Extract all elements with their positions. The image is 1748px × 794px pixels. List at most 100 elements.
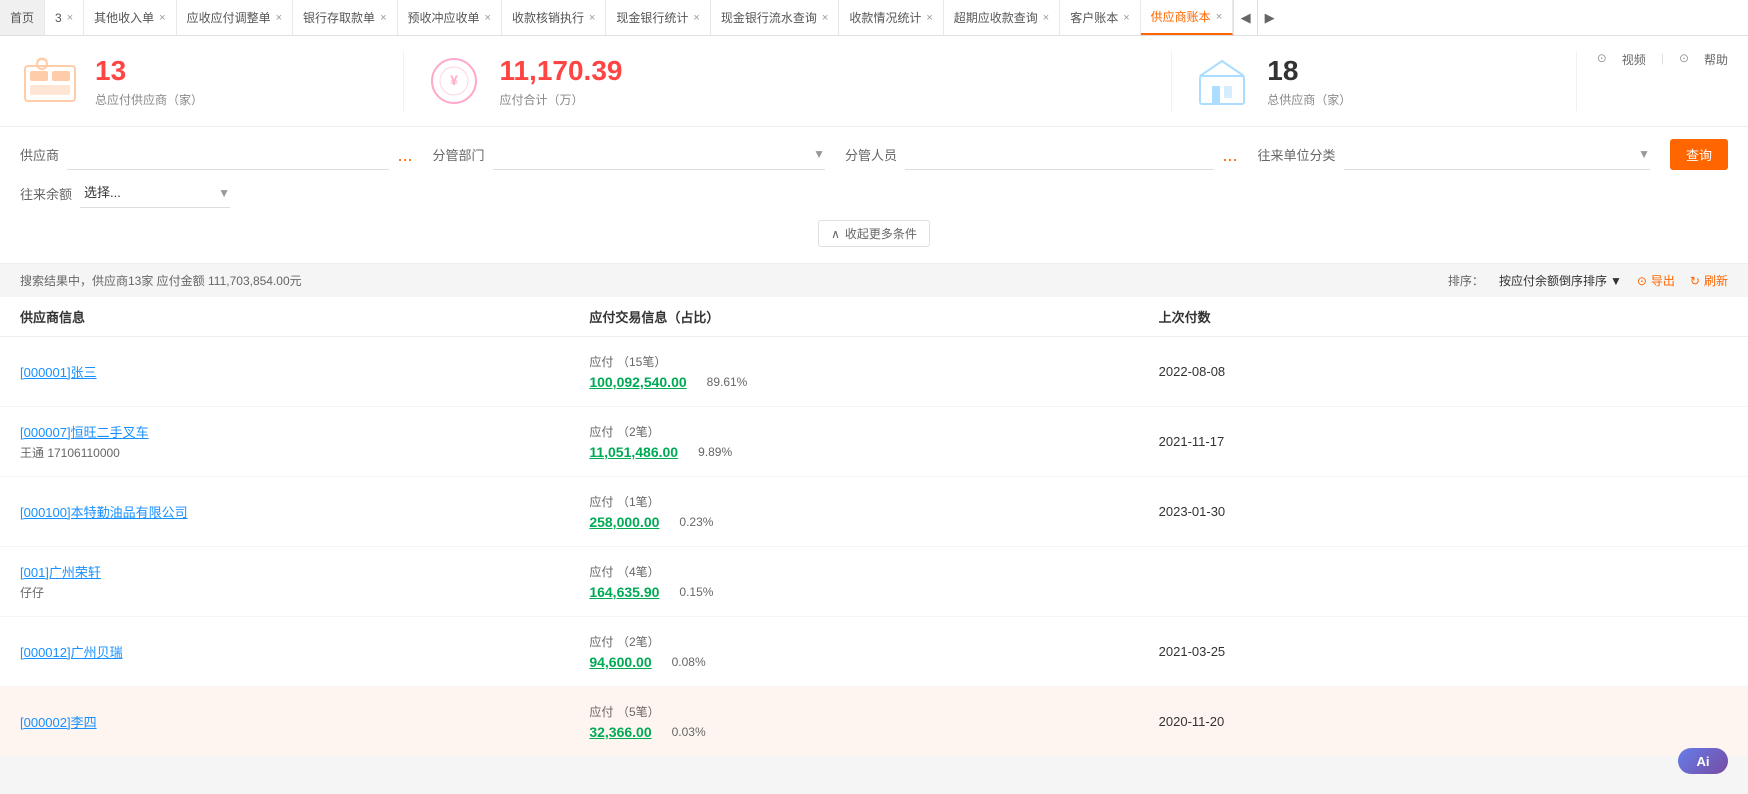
nav-tab-payment-verify[interactable]: 收款核销执行 × — [502, 0, 606, 35]
balance-chevron-icon[interactable]: ▼ — [218, 186, 230, 200]
collapse-up-icon: ∧ — [831, 227, 840, 241]
nav-tab-receipt-stat[interactable]: 收款情况统计 × — [839, 0, 943, 35]
nav-tab-bank-deposit[interactable]: 银行存取款单 × — [293, 0, 397, 35]
last-payment-6: 2020-11-20 — [1159, 714, 1728, 729]
unit-class-chevron-icon[interactable]: ▼ — [1638, 147, 1650, 161]
last-payment-5: 2021-03-25 — [1159, 644, 1728, 659]
supplier-info-4: [001]广州荣轩 仔仔 — [20, 562, 589, 601]
nav-tab-customer-ledger[interactable]: 客户账本 × — [1060, 0, 1140, 35]
payable-label-3: 应付 （1笔） — [589, 493, 1158, 510]
supplier-link-6[interactable]: [000002]李四 — [20, 715, 97, 730]
payable-amount-1[interactable]: 100,092,540.00 — [589, 374, 686, 390]
close-tab-ar-ap-adjust-icon[interactable]: × — [276, 12, 282, 24]
filter-item-person: 分管人员 ... — [845, 140, 1238, 170]
nav-tab-cash-bank-stat[interactable]: 现金银行统计 × — [606, 0, 710, 35]
payable-amount-5[interactable]: 94,600.00 — [589, 654, 651, 670]
supplier-link-2[interactable]: [000007]恒旺二手叉车 — [20, 425, 149, 440]
supplier-link-1[interactable]: [000001]张三 — [20, 365, 97, 380]
payable-percent-5: 0.08% — [672, 655, 706, 669]
payable-amount-3[interactable]: 258,000.00 — [589, 514, 659, 530]
table-row: [001]广州荣轩 仔仔 应付 （4笔） 164,635.90 0.15% — [0, 547, 1748, 617]
nav-tab-other-income[interactable]: 其他收入单 × — [84, 0, 176, 35]
supplier-info-1: [000001]张三 — [20, 362, 589, 381]
person-filter-input[interactable] — [905, 140, 1214, 170]
nav-tab-cash-bank-flow[interactable]: 现金银行流水查询 × — [711, 0, 839, 35]
supplier-link-5[interactable]: [000012]广州贝瑞 — [20, 645, 123, 660]
payable-percent-2: 9.89% — [698, 445, 732, 459]
close-tab-cash-bank-stat-icon[interactable]: × — [693, 12, 699, 24]
supplier-sub-4: 仔仔 — [20, 584, 589, 601]
table-header: 供应商信息 应付交易信息（占比） 上次付数 — [0, 297, 1748, 337]
unit-class-select[interactable] — [1344, 147, 1639, 162]
circle-icon: ⊙ — [1597, 51, 1607, 65]
help-link[interactable]: 帮助 — [1704, 51, 1728, 68]
filter-item-supplier: 供应商 ... — [20, 140, 413, 170]
filter-row-1: 供应商 ... 分管部门 ▼ 分管人员 ... 往来单位分类 — [20, 139, 1728, 170]
department-select-container: ▼ — [493, 140, 825, 170]
nav-tab-home[interactable]: 首页 — [0, 0, 45, 35]
query-button[interactable]: 查询 — [1670, 139, 1728, 170]
close-tab-payment-verify-icon[interactable]: × — [589, 12, 595, 24]
close-tab-cash-bank-flow-icon[interactable]: × — [822, 12, 828, 24]
video-link[interactable]: 视频 — [1622, 51, 1646, 68]
refresh-button[interactable]: ↻ 刷新 — [1690, 272, 1728, 289]
card3-label: 总供应商（家） — [1267, 91, 1555, 108]
table-row: [000001]张三 应付 （15笔） 100,092,540.00 89.61… — [0, 337, 1748, 407]
department-select[interactable] — [493, 147, 814, 162]
person-dots-icon[interactable]: ... — [1222, 146, 1237, 164]
nav-tab-3[interactable]: 3 × — [45, 0, 84, 35]
close-tab-overdue-ar-icon[interactable]: × — [1043, 12, 1049, 24]
table-row: [000100]本特勤油品有限公司 应付 （1笔） 258,000.00 0.2… — [0, 477, 1748, 547]
close-tab-other-income-icon[interactable]: × — [159, 12, 165, 24]
nav-tab-pre-receive[interactable]: 预收冲应收单 × — [398, 0, 502, 35]
nav-next-arrow[interactable]: ▶ — [1257, 0, 1281, 36]
payable-percent-3: 0.23% — [679, 515, 713, 529]
close-tab-bank-deposit-icon[interactable]: × — [380, 12, 386, 24]
table-row: [000007]恒旺二手叉车 王通 17106110000 应付 （2笔） 11… — [0, 407, 1748, 477]
close-tab-supplier-ledger-icon[interactable]: × — [1216, 11, 1222, 23]
nav-prev-arrow[interactable]: ◀ — [1233, 0, 1257, 36]
payable-percent-4: 0.15% — [679, 585, 713, 599]
close-tab-receipt-stat-icon[interactable]: × — [926, 12, 932, 24]
payable-amount-6[interactable]: 32,366.00 — [589, 724, 651, 740]
supplier-filter-input[interactable] — [67, 140, 389, 170]
filter-area: 供应商 ... 分管部门 ▼ 分管人员 ... 往来单位分类 — [0, 127, 1748, 264]
payable-row-2: 11,051,486.00 9.89% — [589, 444, 1158, 460]
sort-chevron-icon: ▼ — [1610, 274, 1622, 288]
nav-tab-ar-ap-adjust[interactable]: 应收应付调整单 × — [177, 0, 293, 35]
supplier-dots-icon[interactable]: ... — [397, 146, 412, 164]
payable-amount-4[interactable]: 164,635.90 — [589, 584, 659, 600]
payable-row-4: 164,635.90 0.15% — [589, 584, 1158, 600]
nav-tab-overdue-ar[interactable]: 超期应收款查询 × — [944, 0, 1060, 35]
payable-label-6: 应付 （5笔） — [589, 703, 1158, 720]
payable-info-3: 应付 （1笔） 258,000.00 0.23% — [589, 493, 1158, 530]
balance-select[interactable]: 选择... — [80, 185, 218, 200]
card1-content: 13 总应付供应商（家） — [95, 54, 383, 109]
card1-label: 总应付供应商（家） — [95, 91, 383, 108]
card3-content: 18 总供应商（家） — [1267, 54, 1555, 109]
department-chevron-icon[interactable]: ▼ — [813, 147, 825, 161]
close-tab-customer-ledger-icon[interactable]: × — [1123, 12, 1129, 24]
export-button[interactable]: ⊙ 导出 — [1637, 272, 1675, 289]
payable-label-2: 应付 （2笔） — [589, 423, 1158, 440]
main-table: 供应商信息 应付交易信息（占比） 上次付数 [000001]张三 应付 （15笔… — [0, 297, 1748, 757]
payable-row-6: 32,366.00 0.03% — [589, 724, 1158, 740]
summary-bar: 13 总应付供应商（家） ¥ 11,170.39 应付合计（万） — [0, 36, 1748, 127]
nav-tab-supplier-ledger[interactable]: 供应商账本 × — [1141, 0, 1233, 35]
col-header-payable: 应付交易信息（占比） — [589, 307, 1158, 326]
card3-number: 18 — [1267, 54, 1555, 88]
close-tab-pre-receive-icon[interactable]: × — [485, 12, 491, 24]
card2-content: 11,170.39 应付合计（万） — [499, 54, 1151, 109]
supplier-link-3[interactable]: [000100]本特勤油品有限公司 — [20, 505, 188, 520]
payable-amount-2[interactable]: 11,051,486.00 — [589, 444, 678, 460]
supplier-link-4[interactable]: [001]广州荣轩 — [20, 565, 101, 580]
close-tab-3-icon[interactable]: × — [67, 12, 73, 24]
sort-select[interactable]: 按应付余额倒序排序 ▼ — [1499, 272, 1622, 289]
payable-info-6: 应付 （5笔） 32,366.00 0.03% — [589, 703, 1158, 740]
payable-info-2: 应付 （2笔） 11,051,486.00 9.89% — [589, 423, 1158, 460]
collapse-button[interactable]: ∧ 收起更多条件 — [818, 220, 930, 247]
card1-number: 13 — [95, 54, 383, 88]
table-row: [000002]李四 应付 （5笔） 32,366.00 0.03% 2020-… — [0, 687, 1748, 757]
card2-label: 应付合计（万） — [499, 91, 1151, 108]
ai-button[interactable]: Ai — [1678, 748, 1728, 774]
